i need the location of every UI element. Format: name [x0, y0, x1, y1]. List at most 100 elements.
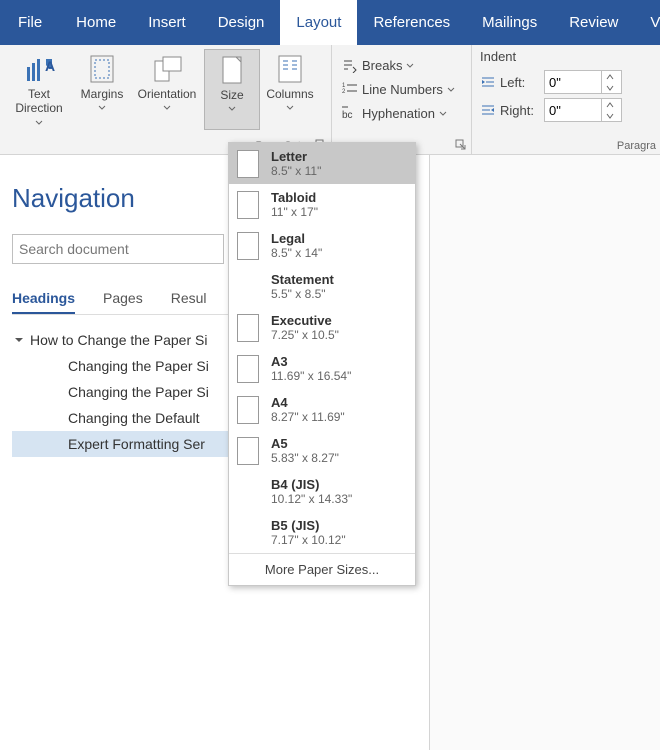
svg-text:A: A	[45, 58, 55, 74]
size-option-name: Tabloid	[271, 190, 318, 205]
size-option-a4[interactable]: A48.27" x 11.69"	[229, 389, 415, 430]
size-option-legal[interactable]: Legal8.5" x 14"	[229, 225, 415, 266]
tab-references[interactable]: References	[357, 0, 466, 45]
breaks-icon	[342, 57, 358, 73]
stepper-up-icon[interactable]	[602, 99, 618, 110]
svg-text:2: 2	[342, 89, 346, 95]
tab-view[interactable]: View	[634, 0, 660, 45]
indent-right-row: Right:	[480, 96, 652, 124]
hyphenation-button[interactable]: bc Hyphenation	[338, 101, 465, 125]
ribbon: A Text Direction Margins Orientation	[0, 45, 660, 155]
indent-right-input[interactable]	[544, 98, 622, 122]
size-option-tabloid[interactable]: Tabloid11" x 17"	[229, 184, 415, 225]
columns-label: Columns	[266, 87, 313, 101]
orientation-icon	[151, 53, 183, 85]
tab-insert[interactable]: Insert	[132, 0, 202, 45]
breaks-button[interactable]: Breaks	[338, 53, 465, 77]
stepper-down-icon[interactable]	[602, 82, 618, 93]
chevron-down-icon	[439, 106, 447, 121]
size-option-name: A3	[271, 354, 351, 369]
indent-left-value[interactable]	[545, 71, 601, 93]
hyphenation-icon: bc	[342, 105, 358, 121]
page-preview-icon	[237, 150, 259, 178]
size-option-name: B4 (JIS)	[271, 477, 352, 492]
page-preview-icon	[237, 191, 259, 219]
stepper-up-icon[interactable]	[602, 71, 618, 82]
orientation-label: Orientation	[138, 87, 197, 101]
nav-tab-resul[interactable]: Resul	[171, 290, 207, 314]
size-option-name: A4	[271, 395, 345, 410]
indent-left-icon	[480, 74, 496, 90]
indent-left-row: Left:	[480, 68, 652, 96]
size-option-dimensions: 7.25" x 10.5"	[271, 328, 339, 342]
text-direction-label: Text Direction	[15, 87, 62, 116]
breaks-label: Breaks	[362, 58, 402, 73]
tab-layout[interactable]: Layout	[280, 0, 357, 45]
size-option-dimensions: 5.83" x 8.27"	[271, 451, 339, 465]
margins-icon	[86, 53, 118, 85]
stepper-down-icon[interactable]	[602, 110, 618, 121]
chevron-down-icon	[286, 101, 294, 115]
document-area[interactable]	[429, 155, 660, 750]
page-preview-icon	[237, 519, 259, 547]
size-option-dimensions: 7.17" x 10.12"	[271, 533, 346, 547]
size-option-statement[interactable]: Statement5.5" x 8.5"	[229, 266, 415, 307]
chevron-down-icon	[228, 102, 236, 116]
text-direction-button[interactable]: A Text Direction	[6, 49, 72, 130]
orientation-button[interactable]: Orientation	[132, 49, 202, 130]
margins-button[interactable]: Margins	[74, 49, 130, 130]
columns-button[interactable]: Columns	[262, 49, 318, 130]
tab-design[interactable]: Design	[202, 0, 281, 45]
columns-icon	[274, 53, 306, 85]
tab-file[interactable]: File	[0, 0, 60, 45]
size-option-name: Letter	[271, 149, 321, 164]
group-page-setup-extra: Breaks 12 Line Numbers bc Hyphenation	[332, 45, 472, 154]
size-option-name: Executive	[271, 313, 339, 328]
tab-home[interactable]: Home	[60, 0, 132, 45]
group-page-setup: A Text Direction Margins Orientation	[0, 45, 332, 154]
size-option-name: B5 (JIS)	[271, 518, 346, 533]
indent-title: Indent	[480, 49, 652, 64]
dialog-launcher-icon[interactable]	[455, 139, 467, 151]
text-direction-icon: A	[23, 53, 55, 85]
group-label-paragraph: Paragra	[617, 140, 656, 152]
size-option-executive[interactable]: Executive7.25" x 10.5"	[229, 307, 415, 348]
indent-left-label: Left:	[500, 75, 540, 90]
size-option-dimensions: 8.5" x 14"	[271, 246, 322, 260]
nav-tab-pages[interactable]: Pages	[103, 290, 143, 314]
tab-review[interactable]: Review	[553, 0, 634, 45]
nav-tab-headings[interactable]: Headings	[12, 290, 75, 314]
collapse-icon[interactable]	[12, 335, 26, 345]
page-preview-icon	[237, 232, 259, 260]
chevron-down-icon	[406, 58, 414, 73]
indent-right-icon	[480, 102, 496, 118]
chevron-down-icon	[98, 101, 106, 115]
page-preview-icon	[237, 478, 259, 506]
more-paper-sizes[interactable]: More Paper Sizes...	[229, 553, 415, 585]
line-numbers-icon: 12	[342, 81, 358, 97]
size-option-name: A5	[271, 436, 339, 451]
size-button[interactable]: Size	[204, 49, 260, 130]
indent-right-label: Right:	[500, 103, 540, 118]
search-field[interactable]	[19, 241, 217, 257]
size-option-a3[interactable]: A311.69" x 16.54"	[229, 348, 415, 389]
size-icon	[216, 54, 248, 86]
size-option-name: Legal	[271, 231, 322, 246]
size-option-dimensions: 11" x 17"	[271, 205, 318, 219]
size-option-a5[interactable]: A55.83" x 8.27"	[229, 430, 415, 471]
size-option-b4-jis-[interactable]: B4 (JIS)10.12" x 14.33"	[229, 471, 415, 512]
menubar: FileHomeInsertDesignLayoutReferencesMail…	[0, 0, 660, 45]
size-option-letter[interactable]: Letter8.5" x 11"	[229, 143, 415, 184]
size-option-dimensions: 5.5" x 8.5"	[271, 287, 334, 301]
search-input[interactable]	[12, 234, 224, 264]
tab-mailings[interactable]: Mailings	[466, 0, 553, 45]
indent-left-input[interactable]	[544, 70, 622, 94]
page-preview-icon	[237, 314, 259, 342]
chevron-down-icon	[163, 101, 171, 115]
size-option-b5-jis-[interactable]: B5 (JIS)7.17" x 10.12"	[229, 512, 415, 553]
indent-right-value[interactable]	[545, 99, 601, 121]
line-numbers-button[interactable]: 12 Line Numbers	[338, 77, 465, 101]
margins-label: Margins	[81, 87, 124, 101]
svg-text:bc: bc	[342, 110, 353, 121]
size-option-name: Statement	[271, 272, 334, 287]
